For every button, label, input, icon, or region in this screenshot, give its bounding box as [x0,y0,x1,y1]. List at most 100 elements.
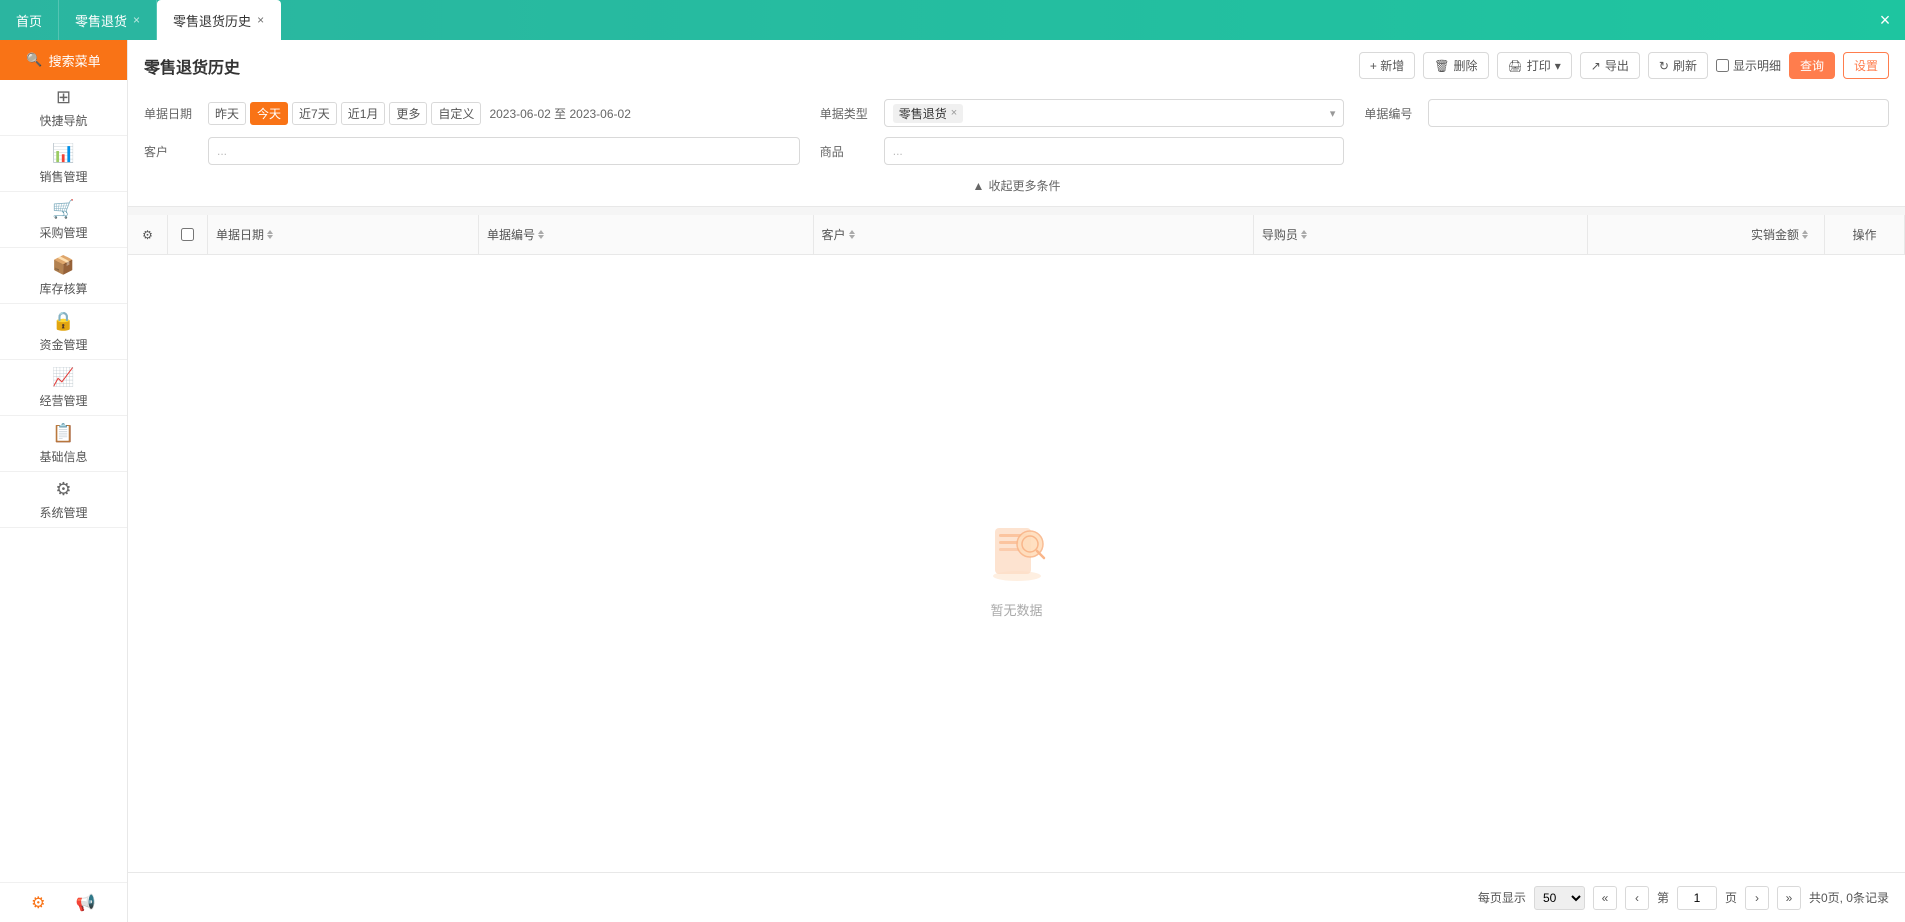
date-btn-more[interactable]: 更多 [389,102,427,125]
tab-retail-return-history-label: 零售退货历史 [173,11,251,30]
th-guide[interactable]: 导购员 [1254,215,1589,254]
docnum-filter-input[interactable] [1428,99,1889,127]
sidebar-item-quicknav[interactable]: ⊞ 快捷导航 [0,80,127,136]
query-button[interactable]: 查询 [1789,52,1835,79]
type-filter-tag: 零售退货 × [893,104,963,123]
print-arrow-icon: ▾ [1555,59,1561,73]
display-detail-toggle[interactable]: 显示明细 [1716,57,1781,74]
delete-button[interactable]: 🗑 删除 [1423,52,1488,79]
sidebar-item-operations[interactable]: 📈 经营管理 [0,360,127,416]
date-btn-yesterday[interactable]: 昨天 [208,102,246,125]
sidebar-item-sales[interactable]: 📊 销售管理 [0,136,127,192]
page-total-label: 共0页, 0条记录 [1809,889,1889,906]
sidebar-item-operations-label: 经营管理 [39,392,87,409]
th-action-label: 操作 [1852,226,1876,243]
type-tag-close[interactable]: × [951,107,957,119]
select-all-checkbox[interactable] [181,228,194,241]
goods-filter-input[interactable] [884,137,1345,165]
date-filter-buttons: 昨天 今天 近7天 近1月 更多 自定义 [208,102,481,125]
filter-type-item: 单据类型 零售退货 × ▾ [820,99,1345,127]
th-date-sort[interactable] [267,230,273,239]
tab-home[interactable]: 首页 [0,0,59,40]
tab-retail-return[interactable]: 零售退货 × [59,0,157,40]
display-detail-checkbox[interactable] [1716,59,1729,72]
sidebar-item-basicinfo-label: 基础信息 [39,448,87,465]
basicinfo-icon: 📋 [52,423,74,444]
sort-up-icon [1802,230,1808,234]
sidebar-item-inventory[interactable]: 📦 库存核算 [0,248,127,304]
sidebar-item-finance[interactable]: 🔒 资金管理 [0,304,127,360]
tab-retail-return-history[interactable]: 零售退货历史 × [157,0,281,40]
sidebar-item-purchase-label: 采购管理 [39,224,87,241]
tab-retail-return-close[interactable]: × [133,13,140,27]
date-btn-7days[interactable]: 近7天 [292,102,337,125]
display-detail-label: 显示明细 [1733,57,1781,74]
refresh-icon: ↻ [1659,59,1669,73]
page-title: 零售退货历史 [144,54,240,78]
page-size-select[interactable]: 50 10 20 100 [1534,886,1585,910]
top-bar: 首页 零售退货 × 零售退货历史 × × [0,0,1905,40]
tab-retail-return-history-close[interactable]: × [257,13,264,27]
sidebar-item-basicinfo[interactable]: 📋 基础信息 [0,416,127,472]
th-settings[interactable]: ⚙ [128,215,168,254]
th-date-label: 单据日期 [216,226,264,243]
sidebar-item-sales-label: 销售管理 [39,168,87,185]
page-first-button[interactable]: « [1593,886,1617,910]
sort-down-icon [849,235,855,239]
page-next-button[interactable]: › [1745,886,1769,910]
filter-date-item: 单据日期 昨天 今天 近7天 近1月 更多 自定义 2023-06-02 至 2… [144,102,800,125]
th-customer-sort[interactable] [849,230,855,239]
filter-row-1: 单据日期 昨天 今天 近7天 近1月 更多 自定义 2023-06-02 至 2… [144,99,1889,127]
page-last-button[interactable]: » [1777,886,1801,910]
settings-button[interactable]: 设置 [1843,52,1889,79]
sidebar: 🔍 搜索菜单 ⊞ 快捷导航 📊 销售管理 🛒 采购管理 📦 库存核算 🔒 [0,40,128,922]
date-btn-custom[interactable]: 自定义 [431,102,481,125]
sales-icon: 📊 [52,143,74,164]
export-button[interactable]: ↗ 导出 [1580,52,1640,79]
sidebar-item-purchase[interactable]: 🛒 采购管理 [0,192,127,248]
th-action: 操作 [1825,215,1905,254]
sort-up-icon [267,230,273,234]
window-close-button[interactable]: × [1865,0,1905,40]
sidebar-search[interactable]: 🔍 搜索菜单 [0,40,127,80]
customer-filter-input[interactable] [208,137,800,165]
sidebar-gear-button[interactable]: ⚙ [31,893,45,913]
tab-list: 首页 零售退货 × 零售退货历史 × [0,0,1865,40]
print-button[interactable]: 🖨 打印 ▾ [1497,52,1572,79]
sidebar-item-quicknav-label: 快捷导航 [39,112,87,129]
filter-area: 单据日期 昨天 今天 近7天 近1月 更多 自定义 2023-06-02 至 2… [144,89,1889,206]
sort-down-icon [538,235,544,239]
date-btn-1month[interactable]: 近1月 [341,102,386,125]
print-label: 打印 [1527,57,1551,74]
sidebar-speaker-button[interactable]: 📢 [76,893,96,913]
settings-gear-icon: ⚙ [142,228,153,242]
refresh-button[interactable]: ↻ 刷新 [1648,52,1708,79]
sidebar-item-system[interactable]: ⚙ 系统管理 [0,472,127,528]
sidebar-nav: ⊞ 快捷导航 📊 销售管理 🛒 采购管理 📦 库存核算 🔒 资金管理 📈 [0,80,127,882]
type-filter-label: 单据类型 [820,105,876,122]
th-amount[interactable]: 实销金额 [1588,215,1825,254]
sort-down-icon [267,235,273,239]
th-customer[interactable]: 客户 [814,215,1254,254]
sidebar-bottom: ⚙ 📢 [0,882,127,922]
th-guide-sort[interactable] [1301,230,1307,239]
type-tag-label: 零售退货 [899,105,947,122]
purchase-icon: 🛒 [52,199,74,220]
page-suffix-label: 页 [1725,889,1737,906]
sidebar-item-system-label: 系统管理 [39,504,87,521]
page-number-input[interactable] [1677,886,1717,910]
date-btn-today[interactable]: 今天 [250,102,288,125]
new-button[interactable]: + 新增 [1359,52,1415,79]
sort-up-icon [849,230,855,234]
th-date[interactable]: 单据日期 [208,215,479,254]
page-prev-button[interactable]: ‹ [1625,886,1649,910]
search-icon: 🔍 [26,52,42,68]
filter-goods-item: 商品 [820,137,1345,165]
collapse-button[interactable]: ▲ 收起更多条件 [963,175,1071,196]
th-amount-label: 实销金额 [1751,226,1799,243]
th-checkbox[interactable] [168,215,208,254]
th-docnum-sort[interactable] [538,230,544,239]
type-filter-select[interactable]: 零售退货 × ▾ [884,99,1345,127]
th-docnum[interactable]: 单据编号 [479,215,814,254]
th-amount-sort[interactable] [1802,230,1808,239]
